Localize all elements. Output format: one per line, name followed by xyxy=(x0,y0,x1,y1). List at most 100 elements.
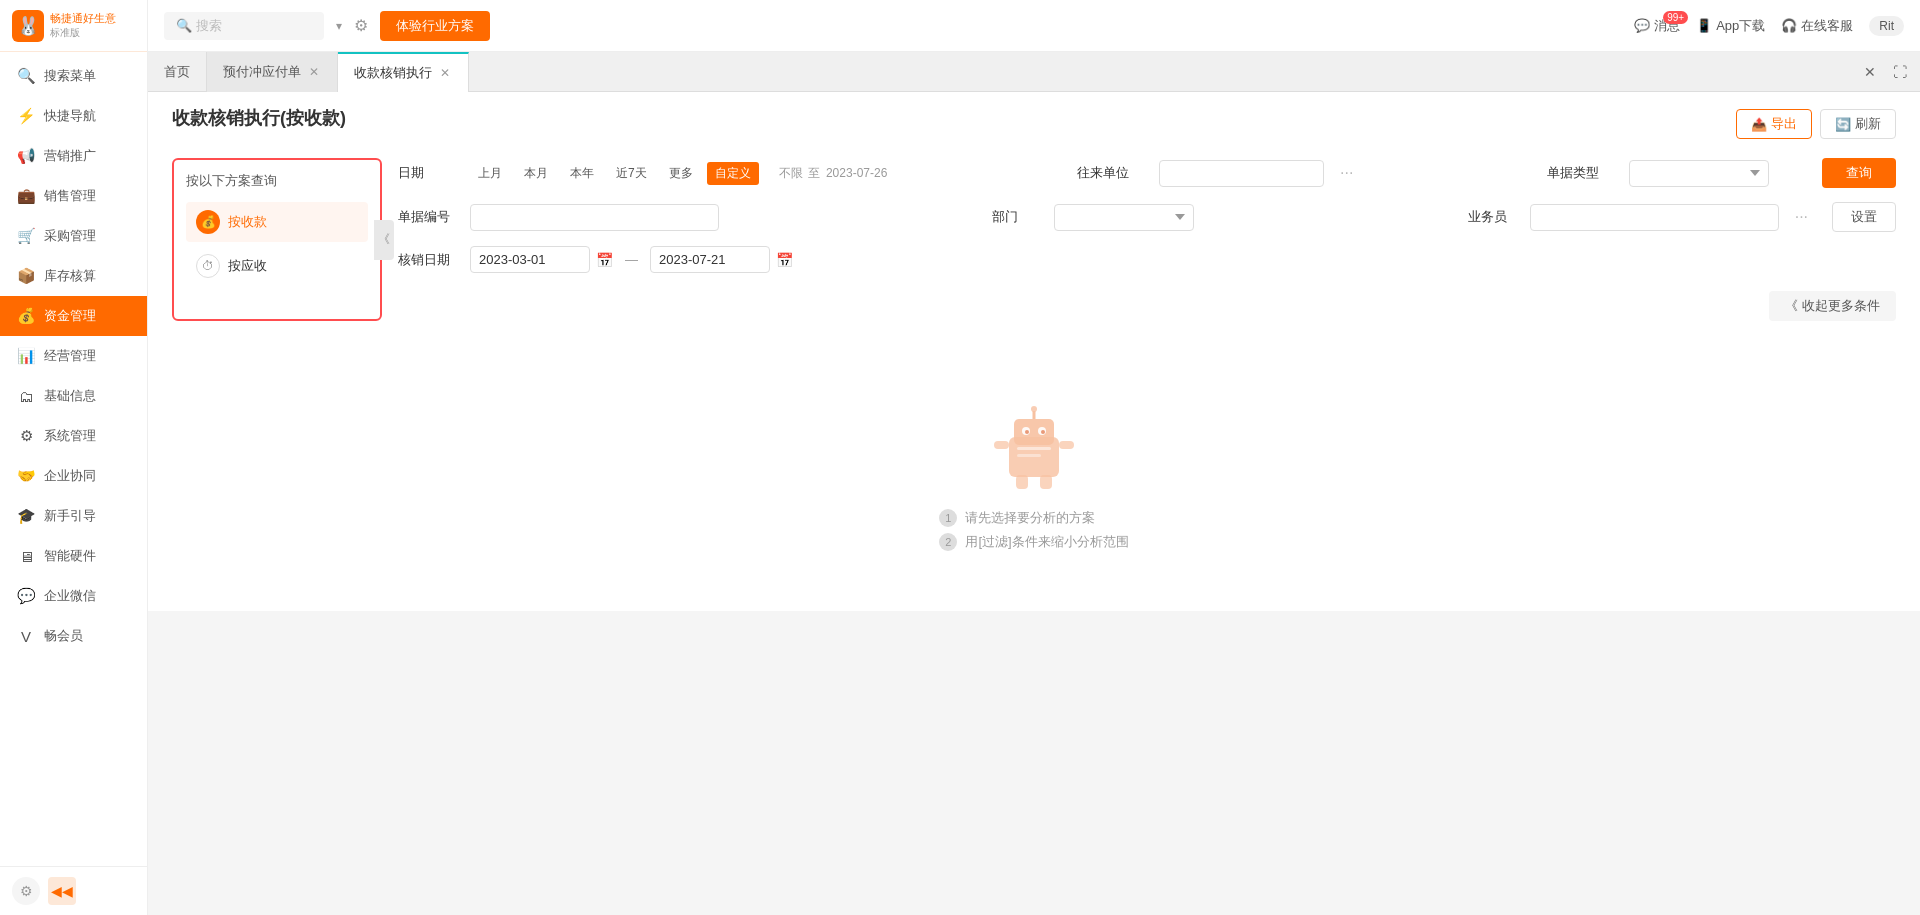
user-avatar[interactable]: Rit xyxy=(1869,16,1904,36)
verify-date-end-wrap: 2023-07-21 📅 xyxy=(650,246,793,273)
topbar-chevron-icon[interactable]: ▾ xyxy=(336,19,342,33)
svg-rect-10 xyxy=(1016,475,1028,489)
nav-icon-11: 🎓 xyxy=(16,506,36,526)
close-window-btn[interactable]: ✕ xyxy=(1858,60,1882,84)
settings-icon[interactable]: ⚙ xyxy=(12,877,40,905)
nav-icon-13: 💬 xyxy=(16,586,36,606)
dept-label: 部门 xyxy=(992,208,1042,226)
settings-btn[interactable]: 设置 xyxy=(1832,202,1896,232)
export-btn[interactable]: 📤 导出 xyxy=(1736,109,1812,139)
tab-home-label: 首页 xyxy=(164,63,190,81)
maximize-window-btn[interactable]: ⛶ xyxy=(1888,60,1912,84)
sidebar-item-经营管理[interactable]: 📊 经营管理 xyxy=(0,336,147,376)
sidebar-item-畅会员[interactable]: V 畅会员 xyxy=(0,616,147,656)
collapse-more-btn[interactable]: 《 收起更多条件 xyxy=(1769,291,1896,321)
tab-home[interactable]: 首页 xyxy=(148,52,207,92)
receipt-icon: 💰 xyxy=(196,210,220,234)
verify-date-label: 核销日期 xyxy=(398,251,458,269)
topbar: 🔍 搜索 ▾ ⚙ 体验行业方案 💬 消息 99+ 📱 App下载 🎧 在线客服 … xyxy=(148,0,1920,52)
filter-row-3: 核销日期 2023-03-01 📅 — 2023-07-21 📅 xyxy=(398,246,1896,273)
svg-rect-12 xyxy=(1017,447,1051,450)
counterpart-dots[interactable]: ··· xyxy=(1336,164,1357,182)
sidebar-item-新手引导[interactable]: 🎓 新手引导 xyxy=(0,496,147,536)
tab-collection-close[interactable]: ✕ xyxy=(438,64,452,82)
sidebar-item-营销推广[interactable]: 📢 营销推广 xyxy=(0,136,147,176)
sidebar-item-采购管理[interactable]: 🛒 采购管理 xyxy=(0,216,147,256)
sidebar-item-快捷导航[interactable]: ⚡ 快捷导航 xyxy=(0,96,147,136)
refresh-icon: 🔄 xyxy=(1835,117,1851,132)
empty-tips: 1 请先选择要分析的方案 2 用[过滤]条件来缩小分析范围 xyxy=(939,509,1128,551)
nav-icon-2: 📢 xyxy=(16,146,36,166)
nav-icon-12: 🖥 xyxy=(16,546,36,566)
sidebar-item-智能硬件[interactable]: 🖥 智能硬件 xyxy=(0,536,147,576)
tab-collection-label: 收款核销执行 xyxy=(354,64,432,82)
sidebar-item-系统管理[interactable]: ⚙ 系统管理 xyxy=(0,416,147,456)
counterpart-input[interactable] xyxy=(1159,160,1324,187)
svg-point-7 xyxy=(1031,406,1037,412)
verify-date-end-cal-icon[interactable]: 📅 xyxy=(776,252,793,268)
sidebar-item-企业协同[interactable]: 🤝 企业协同 xyxy=(0,456,147,496)
filter-option-by-receivable[interactable]: ⏱ 按应收 xyxy=(186,246,368,286)
verify-date-start-cal-icon[interactable]: 📅 xyxy=(596,252,613,268)
date-custom-btn[interactable]: 自定义 xyxy=(707,162,759,185)
app-logo: 🐰 畅捷通好生意 标准版 xyxy=(0,0,147,52)
date-range-label: 2023-07-26 xyxy=(826,166,887,180)
salesman-input[interactable] xyxy=(1530,204,1779,231)
page-title: 收款核销执行(按收款) xyxy=(172,106,346,130)
svg-rect-11 xyxy=(1040,475,1052,489)
date-label: 日期 xyxy=(398,164,458,182)
sidebar-item-销售管理[interactable]: 💼 销售管理 xyxy=(0,176,147,216)
nav-label-4: 采购管理 xyxy=(44,227,96,245)
bill-no-input[interactable] xyxy=(470,204,719,231)
online-service-btn[interactable]: 🎧 在线客服 xyxy=(1781,17,1853,35)
filter-sidebar-collapse-btn[interactable]: 《 xyxy=(374,220,394,260)
tab-prepay-close[interactable]: ✕ xyxy=(307,63,321,81)
nav-icon-8: 🗂 xyxy=(16,386,36,406)
nav-label-3: 销售管理 xyxy=(44,187,96,205)
page-content: 收款核销执行(按收款) 📤 导出 🔄 刷新 按以下方案查询 xyxy=(148,92,1920,915)
sidebar-collapse-button[interactable]: ◀◀ xyxy=(48,877,76,905)
nav-label-14: 畅会员 xyxy=(44,627,83,645)
date-more-btn[interactable]: 更多 xyxy=(661,162,701,185)
nav-icon-10: 🤝 xyxy=(16,466,36,486)
date-7days-btn[interactable]: 近7天 xyxy=(608,162,655,185)
verify-date-end[interactable]: 2023-07-21 xyxy=(650,246,770,273)
industry-btn[interactable]: 体验行业方案 xyxy=(380,11,490,41)
message-btn[interactable]: 💬 消息 99+ xyxy=(1634,17,1680,35)
salesman-dots[interactable]: ··· xyxy=(1791,208,1812,226)
bill-no-label: 单据编号 xyxy=(398,208,458,226)
search-icon: 🔍 xyxy=(176,18,192,33)
app-label: App下载 xyxy=(1716,17,1765,35)
topbar-search[interactable]: 🔍 搜索 xyxy=(164,12,324,40)
service-label: 在线客服 xyxy=(1801,17,1853,35)
nav-label-8: 基础信息 xyxy=(44,387,96,405)
nav-icon-0: 🔍 xyxy=(16,66,36,86)
empty-tip-2-text: 用[过滤]条件来缩小分析范围 xyxy=(965,533,1128,551)
sidebar-item-库存核算[interactable]: 📦 库存核算 xyxy=(0,256,147,296)
tab-prepay[interactable]: 预付冲应付单 ✕ xyxy=(207,52,338,92)
topbar-right: 💬 消息 99+ 📱 App下载 🎧 在线客服 Rit xyxy=(1634,16,1904,36)
filter-row-1: 日期 上月 本月 本年 近7天 更多 自定义 不限 至 2023-07 xyxy=(398,158,1896,188)
sidebar-item-企业微信[interactable]: 💬 企业微信 xyxy=(0,576,147,616)
refresh-btn[interactable]: 🔄 刷新 xyxy=(1820,109,1896,139)
query-btn[interactable]: 查询 xyxy=(1822,158,1896,188)
filter-option-by-receipt[interactable]: 💰 按收款 xyxy=(186,202,368,242)
filter-more-row: 《 收起更多条件 xyxy=(398,291,1896,321)
date-this-month-btn[interactable]: 本月 xyxy=(516,162,556,185)
sidebar-item-资金管理[interactable]: 💰 资金管理 xyxy=(0,296,147,336)
sidebar-item-基础信息[interactable]: 🗂 基础信息 xyxy=(0,376,147,416)
topbar-gear-icon[interactable]: ⚙ xyxy=(354,16,368,35)
sidebar-item-搜索菜单[interactable]: 🔍 搜索菜单 xyxy=(0,56,147,96)
app-download-btn[interactable]: 📱 App下载 xyxy=(1696,17,1765,35)
empty-tip-1: 1 请先选择要分析的方案 xyxy=(939,509,1128,527)
date-this-year-btn[interactable]: 本年 xyxy=(562,162,602,185)
tab-collection[interactable]: 收款核销执行 ✕ xyxy=(338,52,469,92)
bill-type-select[interactable] xyxy=(1629,160,1769,187)
receivable-icon: ⏱ xyxy=(196,254,220,278)
date-last-month-btn[interactable]: 上月 xyxy=(470,162,510,185)
svg-rect-1 xyxy=(1014,419,1054,445)
logo-icon: 🐰 xyxy=(12,10,44,42)
filter-option-receivable-label: 按应收 xyxy=(228,257,267,275)
dept-select[interactable] xyxy=(1054,204,1194,231)
verify-date-start[interactable]: 2023-03-01 xyxy=(470,246,590,273)
